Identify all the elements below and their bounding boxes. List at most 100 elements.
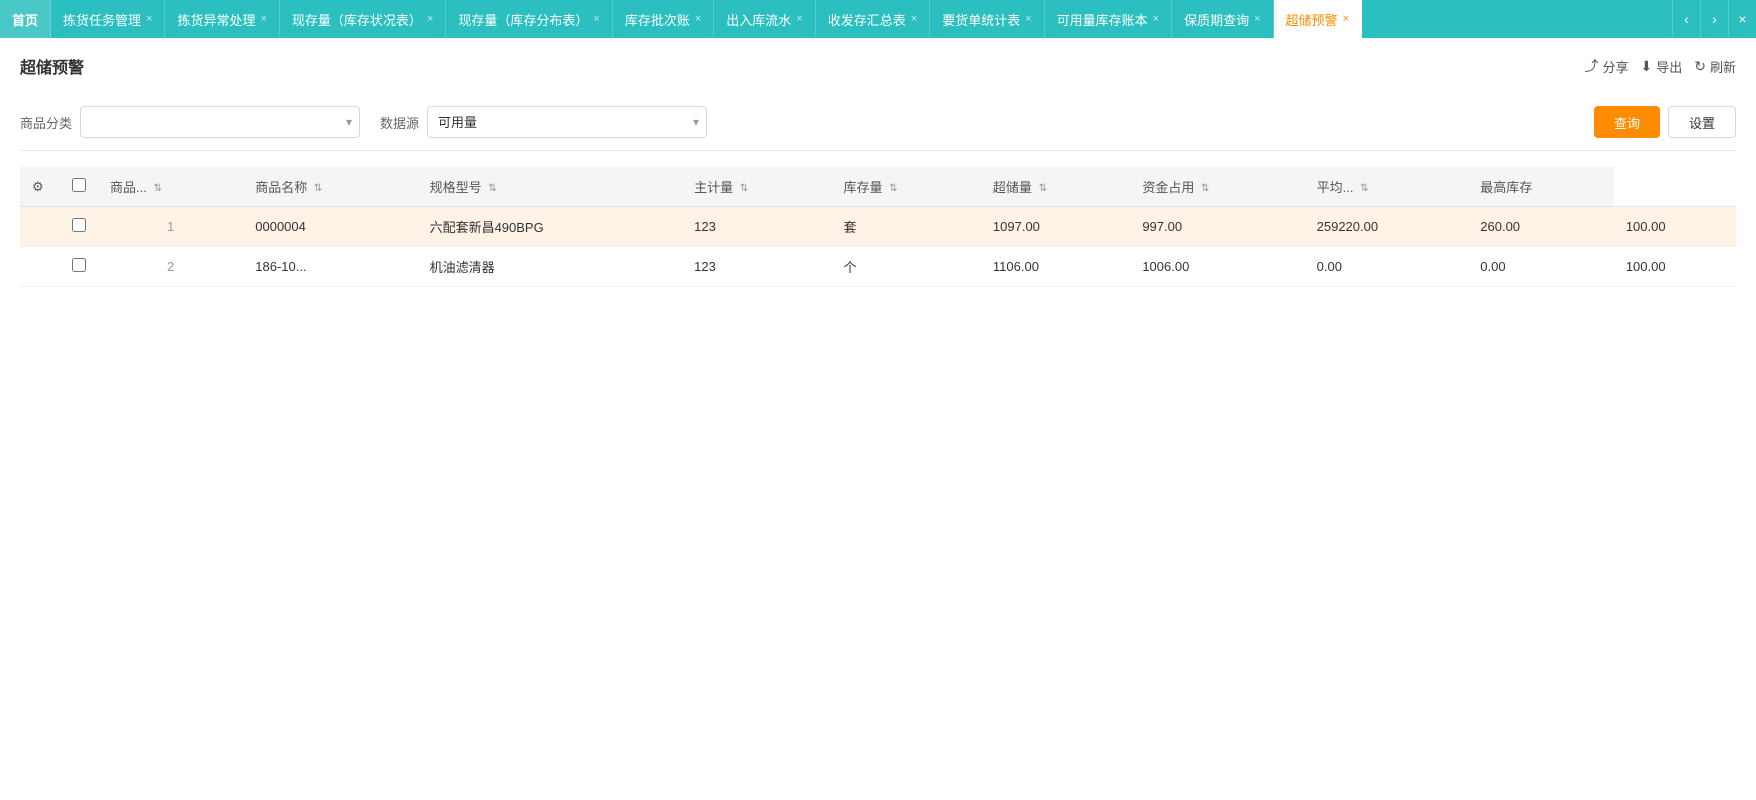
row-check-cell[interactable] <box>60 207 98 247</box>
close-icon[interactable]: × <box>1343 13 1349 25</box>
category-select[interactable] <box>80 106 360 138</box>
nav-overstock[interactable]: 超储预警 × <box>1274 0 1362 38</box>
th-check[interactable] <box>60 167 98 207</box>
row-avg: 0.00 <box>1468 247 1614 287</box>
nav-collect[interactable]: 收发存汇总表 × <box>816 0 930 38</box>
nav-avail-ledger[interactable]: 可用量库存账本 × <box>1045 0 1172 38</box>
refresh-icon: ↻ <box>1694 58 1706 75</box>
close-icon[interactable]: × <box>796 13 802 25</box>
main-content: 超储预警 ⤴ 分享 ⬇ 导出 ↻ 刷新 商品分类 <box>0 38 1756 800</box>
close-icon[interactable]: × <box>1025 13 1031 25</box>
th-max-stock[interactable]: 最高库存 <box>1468 167 1614 207</box>
filter-row: 商品分类 数据源 可用量 库存量 查询 设置 <box>20 94 1736 151</box>
settings-button[interactable]: 设置 <box>1668 106 1736 138</box>
nav-home[interactable]: 首页 <box>0 0 51 38</box>
data-table: ⚙ 商品... ⇅ 商品名称 ⇅ 规格型号 ⇅ <box>20 167 1736 287</box>
row-product-name: 六配套新昌490BPG <box>418 207 683 247</box>
nav-right-arrow[interactable]: › <box>1700 0 1728 38</box>
nav-order-stat[interactable]: 要货单统计表 × <box>930 0 1044 38</box>
th-gear[interactable]: ⚙ <box>20 167 60 207</box>
close-icon[interactable]: × <box>146 13 152 25</box>
nav-close-arrow[interactable]: × <box>1728 0 1756 38</box>
close-icon[interactable]: × <box>593 13 599 25</box>
row-stock-qty: 1097.00 <box>981 207 1130 247</box>
close-icon[interactable]: × <box>427 13 433 25</box>
row-checkbox[interactable] <box>72 258 86 272</box>
row-over-qty: 997.00 <box>1130 207 1304 247</box>
table-row: 2 186-10... 机油滤清器 123 个 1106.00 1006.00 … <box>20 247 1736 287</box>
datasource-select-wrapper: 可用量 库存量 <box>427 106 707 138</box>
table-row: 1 0000004 六配套新昌490BPG 123 套 1097.00 997.… <box>20 207 1736 247</box>
table-body: 1 0000004 六配套新昌490BPG 123 套 1097.00 997.… <box>20 207 1736 287</box>
row-over-qty: 1006.00 <box>1130 247 1304 287</box>
nav-left-arrow[interactable]: ‹ <box>1672 0 1700 38</box>
close-icon[interactable]: × <box>911 13 917 25</box>
close-icon[interactable]: × <box>695 13 701 25</box>
sort-icon: ⇅ <box>153 183 161 194</box>
row-product-code: 186-10... <box>243 247 417 287</box>
sort-icon: ⇅ <box>740 183 748 194</box>
share-icon: ⤴ <box>1584 56 1598 76</box>
row-check-cell[interactable] <box>60 247 98 287</box>
table-container: ⚙ 商品... ⇅ 商品名称 ⇅ 规格型号 ⇅ <box>20 167 1736 287</box>
row-unit: 个 <box>832 247 981 287</box>
header-actions: ⤴ 分享 ⬇ 导出 ↻ 刷新 <box>1584 56 1736 76</box>
nav-batch[interactable]: 库存批次账 × <box>613 0 714 38</box>
refresh-button[interactable]: ↻ 刷新 <box>1694 57 1736 76</box>
nav-inout-flow[interactable]: 出入库流水 × <box>714 0 815 38</box>
th-unit[interactable]: 主计量 ⇅ <box>682 167 831 207</box>
th-spec[interactable]: 规格型号 ⇅ <box>418 167 683 207</box>
nav-task-mgmt[interactable]: 拣货任务管理 × <box>51 0 165 38</box>
row-checkbox[interactable] <box>72 218 86 232</box>
row-product-code: 0000004 <box>243 207 417 247</box>
th-stock-qty[interactable]: 库存量 ⇅ <box>832 167 981 207</box>
th-avg[interactable]: 平均... ⇅ <box>1305 167 1469 207</box>
sort-icon: ⇅ <box>1201 183 1209 194</box>
th-product-name[interactable]: 商品名称 ⇅ <box>243 167 417 207</box>
category-label: 商品分类 <box>20 113 72 132</box>
row-unit: 套 <box>832 207 981 247</box>
row-max-stock: 100.00 <box>1614 207 1736 247</box>
page-header: 超储预警 ⤴ 分享 ⬇ 导出 ↻ 刷新 <box>20 54 1736 78</box>
filter-actions: 查询 设置 <box>1594 106 1736 138</box>
row-spec: 123 <box>682 207 831 247</box>
row-avg: 260.00 <box>1468 207 1614 247</box>
row-settings <box>20 207 60 247</box>
row-settings <box>20 247 60 287</box>
close-icon[interactable]: × <box>260 13 266 25</box>
datasource-select[interactable]: 可用量 库存量 <box>427 106 707 138</box>
sort-icon: ⇅ <box>488 183 496 194</box>
close-icon[interactable]: × <box>1254 13 1260 25</box>
export-icon: ⬇ <box>1641 58 1653 75</box>
sort-icon: ⇅ <box>1039 183 1047 194</box>
row-capital-used: 259220.00 <box>1305 207 1469 247</box>
export-button[interactable]: ⬇ 导出 <box>1641 57 1683 76</box>
nav-inventory-dist[interactable]: 现存量（库存分布表） × <box>446 0 612 38</box>
sort-icon: ⇅ <box>1360 183 1368 194</box>
row-spec: 123 <box>682 247 831 287</box>
th-product-code[interactable]: 商品... ⇅ <box>98 167 243 207</box>
datasource-filter-group: 数据源 可用量 库存量 <box>380 106 707 138</box>
sort-icon: ⇅ <box>889 183 897 194</box>
row-max-stock: 100.00 <box>1614 247 1736 287</box>
row-capital-used: 0.00 <box>1305 247 1469 287</box>
top-nav: 首页 拣货任务管理 × 拣货异常处理 × 现存量（库存状况表） × 现存量（库存… <box>0 0 1756 38</box>
share-button[interactable]: ⤴ 分享 <box>1584 56 1628 76</box>
row-product-name: 机油滤清器 <box>418 247 683 287</box>
row-stock-qty: 1106.00 <box>981 247 1130 287</box>
nav-inventory-status[interactable]: 现存量（库存状况表） × <box>280 0 446 38</box>
row-num-cell: 1 <box>98 207 243 247</box>
page-title: 超储预警 <box>20 54 84 78</box>
select-all-checkbox[interactable] <box>72 178 86 192</box>
category-select-wrapper <box>80 106 360 138</box>
th-capital-used[interactable]: 资金占用 ⇅ <box>1130 167 1304 207</box>
row-num-cell: 2 <box>98 247 243 287</box>
nav-exception[interactable]: 拣货异常处理 × <box>165 0 279 38</box>
category-filter-group: 商品分类 <box>20 106 360 138</box>
th-over-qty[interactable]: 超储量 ⇅ <box>981 167 1130 207</box>
query-button[interactable]: 查询 <box>1594 106 1660 138</box>
datasource-label: 数据源 <box>380 113 419 132</box>
nav-shelf-life[interactable]: 保质期查询 × <box>1172 0 1273 38</box>
table-header: ⚙ 商品... ⇅ 商品名称 ⇅ 规格型号 ⇅ <box>20 167 1736 207</box>
close-icon[interactable]: × <box>1153 13 1159 25</box>
